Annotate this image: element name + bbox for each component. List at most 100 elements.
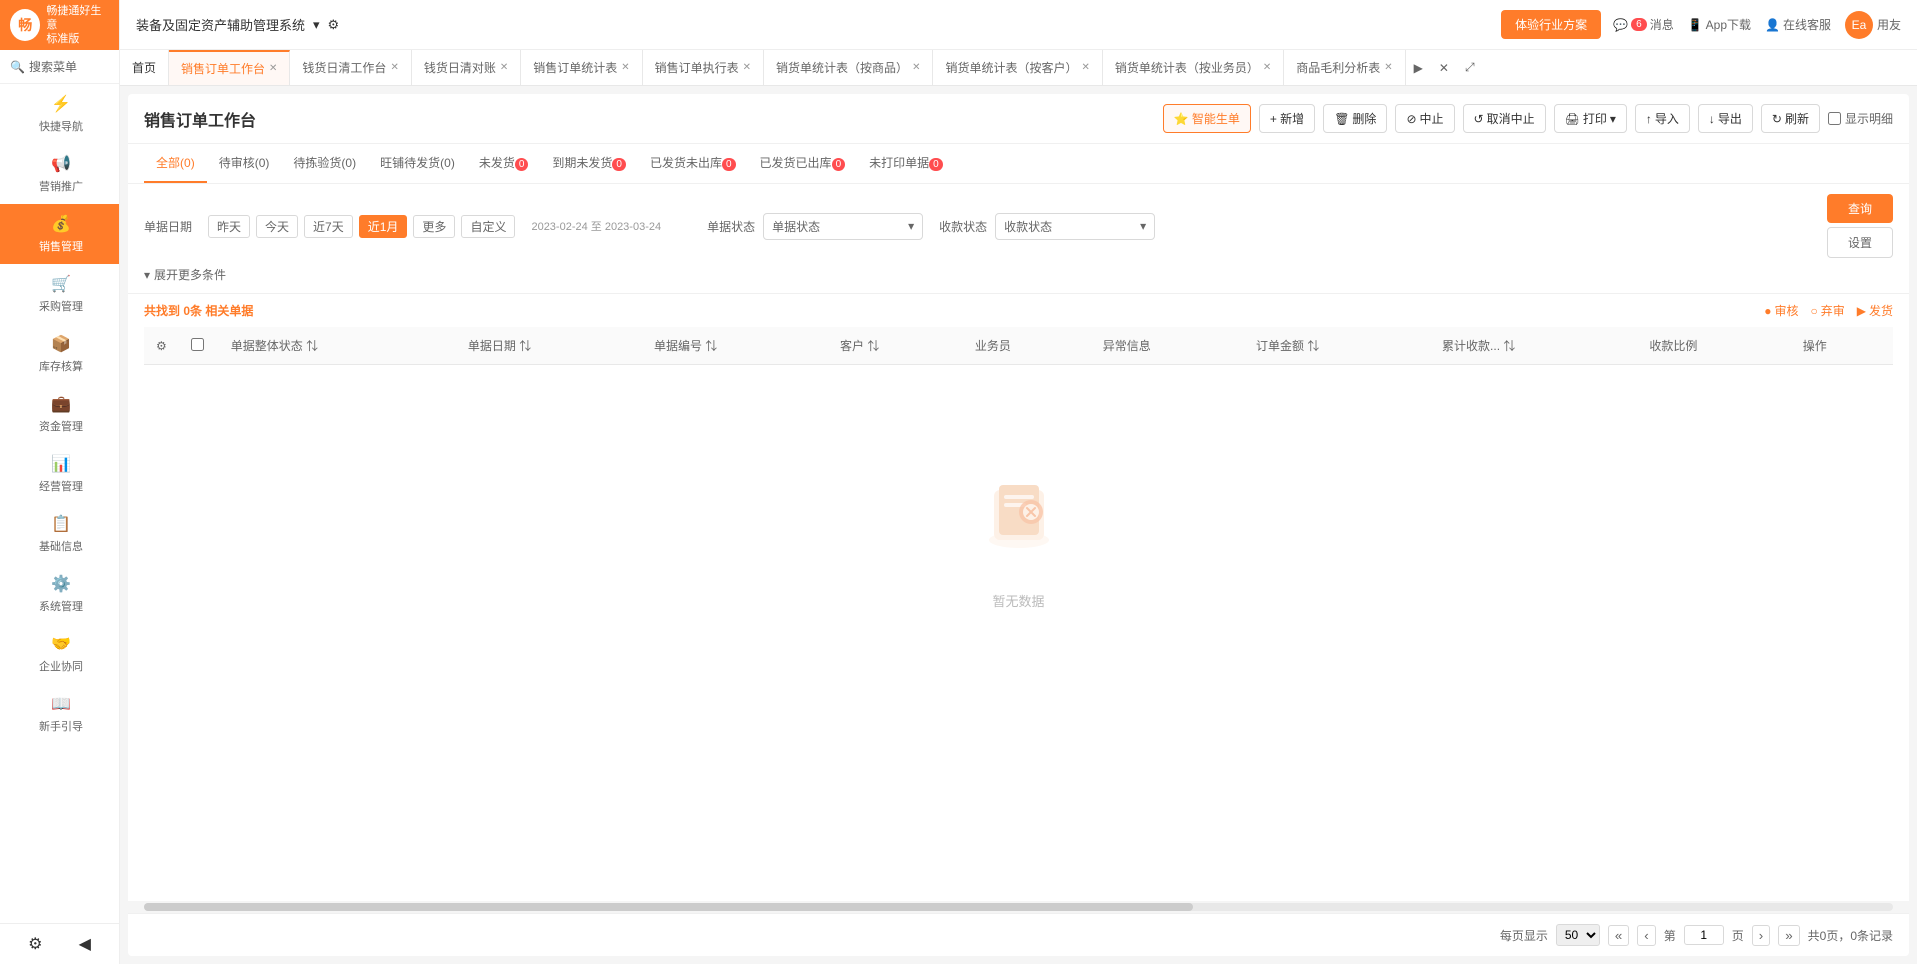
date-btn-more[interactable]: 更多 [413,215,455,238]
page-size-select[interactable]: 50 [1556,924,1600,946]
sidebar-item-marketing[interactable]: 📢 营销推广 [0,144,119,204]
logo: 畅 畅捷通好生意 标准版 [0,0,119,50]
sidebar-item-finance[interactable]: 💼 资金管理 [0,384,119,444]
next-page-button[interactable]: › [1752,925,1770,946]
sort-date-icon[interactable]: ⇅ [519,339,531,353]
sub-tab-shipped-out[interactable]: 已发货已出库0 [748,144,858,183]
tab-sales-summary-staff[interactable]: 销货单统计表（按业务员） ✕ [1103,50,1284,86]
user-name: 用友 [1877,16,1901,33]
import-button[interactable]: ↑ 导入 [1635,104,1690,133]
scroll-thumb[interactable] [144,903,1193,911]
tab-more-button[interactable]: ▶ [1406,61,1431,75]
sub-tab-shipped-not-out[interactable]: 已发货未出库0 [638,144,748,183]
sort-status-icon[interactable]: ⇅ [306,339,318,353]
col-checkbox[interactable] [179,327,219,365]
show-detail-checkbox[interactable]: 显示明细 [1828,110,1893,127]
date-btn-7days[interactable]: 近7天 [304,215,353,238]
date-btn-today[interactable]: 今天 [256,215,298,238]
date-btn-1month[interactable]: 近1月 [359,215,408,238]
tab-sales-exec-close[interactable]: ✕ [743,62,751,73]
sort-customer-icon[interactable]: ⇅ [867,339,879,353]
trial-button[interactable]: 体验行业方案 [1501,10,1601,39]
sub-tab-pending-review[interactable]: 待审核(0) [207,144,282,183]
tab-sales-summary-product-close[interactable]: ✕ [912,62,920,73]
sub-tab-not-shipped[interactable]: 未发货0 [467,144,541,183]
delete-button[interactable]: 🗑 删除 [1323,104,1387,133]
sub-tab-all[interactable]: 全部(0) [144,144,207,183]
payment-filter-select[interactable]: 收款状态 ▾ [995,213,1155,240]
tab-sales-workbench[interactable]: 销售订单工作台 ✕ [169,50,290,86]
search-menu[interactable]: 🔍 搜索菜单 [0,50,119,84]
tab-sales-summary-customer[interactable]: 销货单统计表（按客户） ✕ [933,50,1102,86]
tab-daily-cash[interactable]: 钱货日清工作台 ✕ [290,50,411,86]
tab-cash-reconcile[interactable]: 钱货日清对账 ✕ [412,50,521,86]
tab-sales-summary-staff-close[interactable]: ✕ [1263,62,1271,73]
sort-amount-icon[interactable]: ⇅ [1307,339,1319,353]
tab-daily-cash-close[interactable]: ✕ [390,62,398,73]
sidebar-item-inventory[interactable]: 📦 库存核算 [0,324,119,384]
sidebar-item-system[interactable]: ⚙️ 系统管理 [0,564,119,624]
batch-review-button[interactable]: ● 审核 [1764,302,1798,319]
user-area[interactable]: Ea 用友 [1845,11,1901,39]
add-button[interactable]: + 新增 [1259,104,1315,133]
sidebar-item-sales[interactable]: 💰 销售管理 [0,204,119,264]
tab-expand-button[interactable]: ⤢ [1457,60,1483,75]
tab-cash-reconcile-close[interactable]: ✕ [500,62,508,73]
refresh-button[interactable]: ↻ 刷新 [1761,104,1820,133]
sub-tab-wangpu[interactable]: 旺铺待发货(0) [368,144,467,183]
print-button[interactable]: 🖨 打印 ▾ [1554,104,1627,133]
tab-goods-margin-close[interactable]: ✕ [1384,62,1392,73]
cancel-stop-button[interactable]: ↺ 取消中止 [1463,104,1546,133]
sidebar-item-operations[interactable]: 📊 经营管理 [0,444,119,504]
dropdown-arrow-icon[interactable]: ▾ [313,17,320,33]
query-button[interactable]: 查询 [1827,194,1893,223]
collapse-icon[interactable]: ◀ [79,934,91,954]
tab-sales-stats-close[interactable]: ✕ [621,62,629,73]
sidebar-item-purchase[interactable]: 🛒 采购管理 [0,264,119,324]
expand-filter-button[interactable]: ▾ 展开更多条件 [144,266,1893,283]
smart-create-button[interactable]: ⭐ 智能生单 [1163,104,1251,133]
date-btn-yesterday[interactable]: 昨天 [208,215,250,238]
ship-icon: ▶ [1857,304,1866,318]
col-settings[interactable]: ⚙ [144,327,179,365]
app-download-area[interactable]: 📱 App下载 [1688,16,1751,33]
sub-tab-overdue-not-shipped[interactable]: 到期未发货0 [540,144,638,183]
tab-sales-stats[interactable]: 销售订单统计表 ✕ [521,50,642,86]
tab-home[interactable]: 首页 [120,50,169,86]
batch-cancel-review-button[interactable]: ○ 弃审 [1810,302,1844,319]
sidebar-item-guide[interactable]: 📖 新手引导 [0,684,119,744]
export-button[interactable]: ↓ 导出 [1698,104,1753,133]
horizontal-scrollbar[interactable] [128,901,1909,913]
tab-sales-summary-product[interactable]: 销货单统计表（按商品） ✕ [764,50,933,86]
column-settings-icon[interactable]: ⚙ [156,339,167,353]
tab-sales-workbench-close[interactable]: ✕ [269,63,277,74]
tab-close-all-button[interactable]: ✕ [1431,61,1457,75]
stop-button[interactable]: ⊘ 中止 [1395,104,1454,133]
sort-number-icon[interactable]: ⇅ [705,339,717,353]
batch-ship-button[interactable]: ▶ 发货 [1857,302,1893,319]
sidebar-item-enterprise[interactable]: 🤝 企业协同 [0,624,119,684]
sidebar-item-basic[interactable]: 📋 基础信息 [0,504,119,564]
status-filter-select[interactable]: 单据状态 ▾ [763,213,923,240]
settings-icon[interactable]: ⚙ [28,934,42,954]
message-area[interactable]: 💬 6 消息 [1613,16,1674,33]
setting-button[interactable]: 设置 [1827,227,1893,258]
guide-icon: 📖 [51,694,71,714]
online-service-area[interactable]: 👤 在线客服 [1765,16,1831,33]
sidebar-item-quick[interactable]: ⚡ 快捷导航 [0,84,119,144]
page-input[interactable] [1684,925,1724,945]
prev-page-button[interactable]: ‹ [1637,925,1655,946]
select-all-checkbox[interactable] [191,338,204,351]
last-page-button[interactable]: » [1778,925,1799,946]
date-btn-custom[interactable]: 自定义 [461,215,515,238]
sub-tab-pending-inspection[interactable]: 待拣验货(0) [281,144,368,183]
sub-tab-not-printed[interactable]: 未打印单据0 [857,144,955,183]
settings-gear-icon[interactable]: ⚙ [328,17,340,33]
show-detail-input[interactable] [1828,112,1841,125]
system-title-text: 装备及固定资产辅助管理系统 [136,15,305,34]
first-page-button[interactable]: « [1608,925,1629,946]
tab-sales-summary-customer-close[interactable]: ✕ [1081,62,1089,73]
tab-goods-margin[interactable]: 商品毛利分析表 ✕ [1284,50,1405,86]
tab-sales-exec[interactable]: 销售订单执行表 ✕ [643,50,764,86]
sort-collected-icon[interactable]: ⇅ [1503,339,1515,353]
